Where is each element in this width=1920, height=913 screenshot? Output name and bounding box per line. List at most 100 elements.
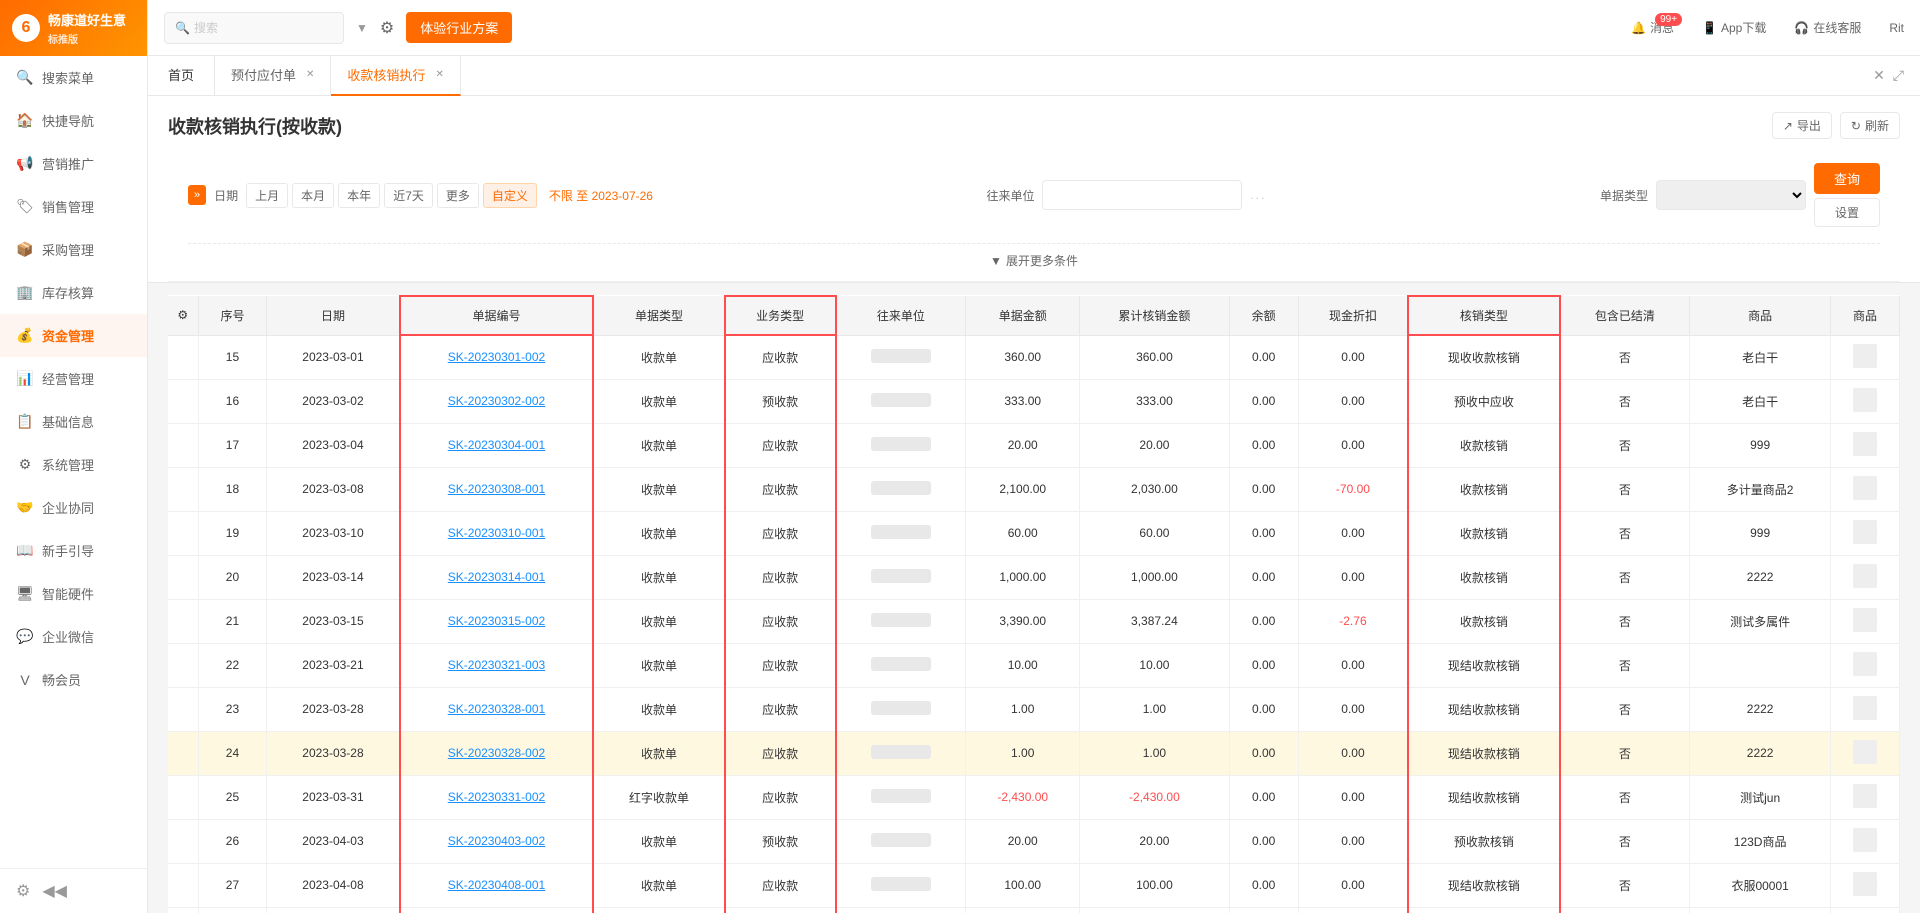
topbar-search-box[interactable]: 🔍 搜索	[164, 12, 344, 44]
sidebar-item-wechat[interactable]: 💬 企业微信	[0, 615, 147, 658]
cell-amount: 333.00	[966, 379, 1080, 423]
cell-amount: 3,390.00	[966, 599, 1080, 643]
sidebar-item-hardware[interactable]: 🖥 智能硬件	[0, 572, 147, 615]
notification-bell[interactable]: 🔔 消息 99+	[1631, 19, 1674, 36]
page-title-text: 收款核销执行(按收款)	[168, 113, 342, 139]
date-btn-custom[interactable]: 自定义	[483, 183, 537, 208]
cell-total-cancel: 60.00	[1080, 511, 1230, 555]
cell-date: 2023-03-04	[267, 423, 400, 467]
cell-doc-no[interactable]: SK-20230314-001	[400, 555, 594, 599]
data-table: ⚙ 序号 日期 单据编号 单据类型 业务类型 往来单位 单据金额 累计核销金额 …	[168, 295, 1900, 913]
cell-goods2	[1830, 379, 1899, 423]
cell-amount: 1.00	[966, 731, 1080, 775]
date-btn-last-month[interactable]: 上月	[246, 183, 288, 208]
th-discount: 现金折扣	[1298, 296, 1408, 335]
cell-doc-no[interactable]: SK-20230301-002	[400, 335, 594, 379]
sidebar-item-member[interactable]: V 畅会员	[0, 658, 147, 701]
filter-setting-button[interactable]: 设置	[1814, 198, 1880, 227]
cell-doc-no[interactable]: SK-20230408-001	[400, 863, 594, 907]
tab-collection-close-icon[interactable]: ✕	[435, 69, 443, 80]
topbar-gear-icon[interactable]: ⚙	[380, 18, 394, 38]
filter-collapse-btn[interactable]: »	[188, 185, 206, 205]
tab-home[interactable]: 首页	[148, 56, 215, 96]
settings-gear-icon[interactable]: ⚙	[16, 881, 30, 901]
date-btn-7days[interactable]: 近7天	[384, 183, 433, 208]
main-area: 🔍 搜索 ▼ ⚙ 体验行业方案 🔔 消息 99+ 📱 App下载 🎧 在线客服 …	[148, 0, 1920, 913]
receipt-type-select[interactable]	[1656, 180, 1806, 210]
cell-partner	[836, 643, 966, 687]
online-service-btn[interactable]: 🎧 在线客服	[1794, 19, 1861, 36]
expand-conditions-btn[interactable]: ▼ 展开更多条件	[990, 252, 1078, 269]
user-name: Rit	[1889, 21, 1904, 35]
cell-doc-type: 收款单	[593, 423, 724, 467]
cell-doc-no[interactable]: SK-20230331-002	[400, 775, 594, 819]
tab-prepay[interactable]: 预付应付单 ✕	[215, 56, 331, 96]
date-btn-this-year[interactable]: 本年	[338, 183, 380, 208]
cell-goods1: 老白干	[1690, 379, 1831, 423]
cell-doc-no[interactable]: SK-20230328-001	[400, 687, 594, 731]
cell-doc-no[interactable]: SK-20230418-001	[400, 907, 594, 913]
cell-doc-no[interactable]: SK-20230308-001	[400, 467, 594, 511]
cell-doc-no[interactable]: SK-20230315-002	[400, 599, 594, 643]
cell-date: 2023-03-28	[267, 731, 400, 775]
date-btn-more[interactable]: 更多	[437, 183, 479, 208]
tab-close-all-icon[interactable]: ✕	[1873, 67, 1885, 84]
sidebar-item-quicknav[interactable]: 🏠 快捷导航	[0, 99, 147, 142]
cell-doc-type: 收款单	[593, 555, 724, 599]
tab-maximize-icon[interactable]: ⤢	[1893, 67, 1904, 84]
sidebar-item-search[interactable]: 🔍 搜索菜单	[0, 56, 147, 99]
th-date: 日期	[267, 296, 400, 335]
cell-balance: 0.00	[1229, 379, 1298, 423]
table-area[interactable]: ⚙ 序号 日期 单据编号 单据类型 业务类型 往来单位 单据金额 累计核销金额 …	[148, 283, 1920, 913]
cell-goods1: 多计量商品2	[1690, 467, 1831, 511]
tab-prepay-close-icon[interactable]: ✕	[306, 69, 314, 80]
cell-doc-no[interactable]: SK-20230310-001	[400, 511, 594, 555]
cell-balance: 0.00	[1229, 731, 1298, 775]
cell-cancel-type: 现结收款核销	[1408, 643, 1559, 687]
cell-doc-no[interactable]: SK-20230302-002	[400, 379, 594, 423]
cell-partner	[836, 863, 966, 907]
collapse-icon[interactable]: ◀◀	[42, 881, 67, 901]
th-doc-type: 单据类型	[593, 296, 724, 335]
sidebar-item-enterprise[interactable]: 🤝 企业协同	[0, 486, 147, 529]
th-settings[interactable]: ⚙	[168, 296, 198, 335]
date-btn-this-month[interactable]: 本月	[292, 183, 334, 208]
cell-doc-no[interactable]: SK-20230328-002	[400, 731, 594, 775]
refresh-button[interactable]: ↻ 刷新	[1840, 112, 1900, 139]
cell-total-cancel: 10.00	[1080, 643, 1230, 687]
cell-total-cancel: 1.00	[1080, 731, 1230, 775]
industry-solution-button[interactable]: 体验行业方案	[406, 12, 512, 43]
sidebar-item-basics[interactable]: 📋 基础信息	[0, 400, 147, 443]
sidebar-item-sales[interactable]: 🏷 销售管理	[0, 185, 147, 228]
cell-doc-no[interactable]: SK-20230403-002	[400, 819, 594, 863]
cell-doc-no[interactable]: SK-20230321-003	[400, 643, 594, 687]
receipt-type-filter: 单据类型	[1600, 180, 1806, 210]
cell-settings	[168, 379, 198, 423]
sidebar-item-purchase[interactable]: 📦 采购管理	[0, 228, 147, 271]
cell-balance: 0.00	[1229, 775, 1298, 819]
cell-cancel-type: 收款核销	[1408, 555, 1559, 599]
sidebar-item-system[interactable]: ⚙ 系统管理	[0, 443, 147, 486]
sidebar-item-inventory[interactable]: 🏢 库存核算	[0, 271, 147, 314]
export-button[interactable]: ↗ 导出	[1772, 112, 1832, 139]
tab-collection[interactable]: 收款核销执行 ✕	[331, 56, 460, 96]
partner-input[interactable]	[1042, 180, 1242, 210]
app-download-btn[interactable]: 📱 App下载	[1702, 19, 1766, 36]
sidebar-item-finance[interactable]: 💰 资金管理	[0, 314, 147, 357]
sidebar-item-marketing[interactable]: 📢 营销推广	[0, 142, 147, 185]
query-button[interactable]: 查询	[1814, 163, 1880, 194]
topbar-chevron-icon[interactable]: ▼	[356, 21, 368, 35]
cell-no: 26	[198, 819, 267, 863]
sidebar: 6 畅康道好生意 标推版 🔍 搜索菜单 🏠 快捷导航 📢 营销推广 🏷 销售管理…	[0, 0, 148, 913]
sidebar-item-operations[interactable]: 📊 经营管理	[0, 357, 147, 400]
cell-no: 28	[198, 907, 267, 913]
cell-doc-no[interactable]: SK-20230304-001	[400, 423, 594, 467]
cell-partner	[836, 819, 966, 863]
cell-partner	[836, 599, 966, 643]
cell-discount: 0.00	[1298, 643, 1408, 687]
sidebar-item-guide[interactable]: 📖 新手引导	[0, 529, 147, 572]
cell-settings	[168, 643, 198, 687]
cell-biz-type: 应收款	[725, 775, 836, 819]
cell-doc-type: 收款单	[593, 643, 724, 687]
cell-amount: 1,000.00	[966, 555, 1080, 599]
